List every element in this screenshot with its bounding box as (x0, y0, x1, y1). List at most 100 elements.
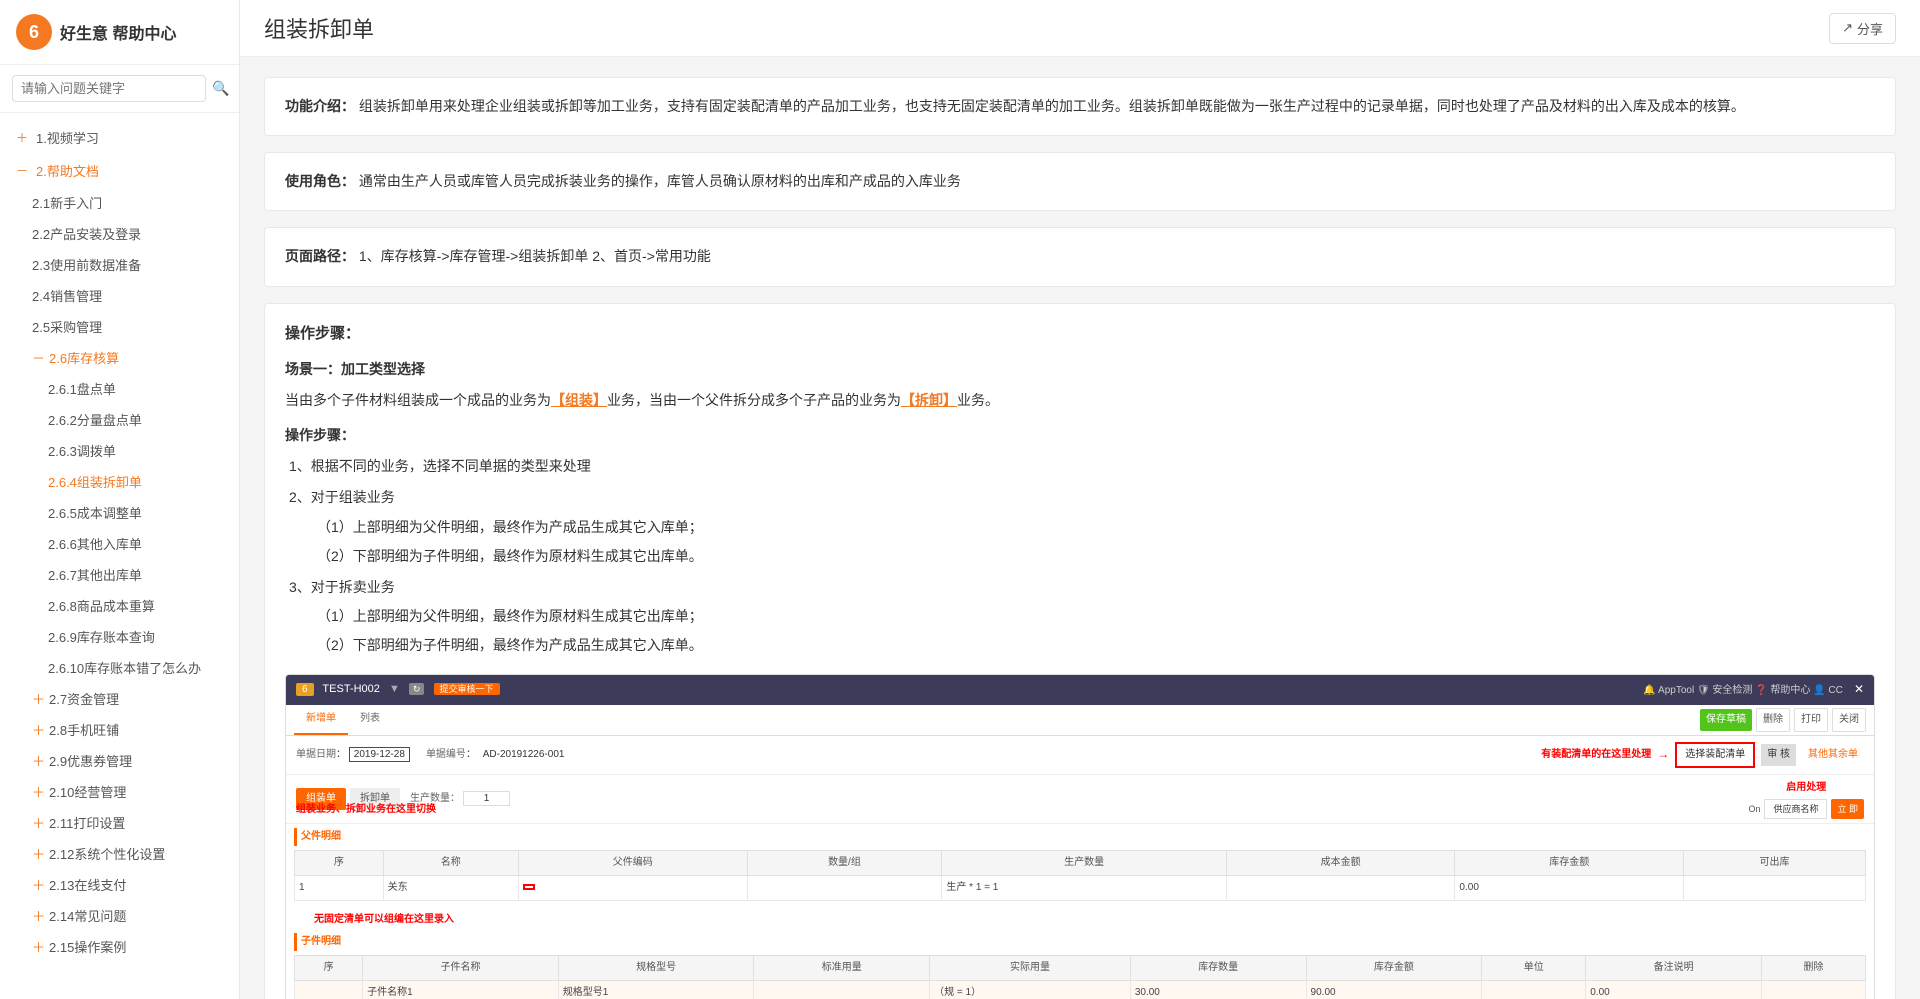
assembly-step-1: （1）上部明细为父件明细，最终作为产成品生成其它入库单； (313, 515, 1875, 540)
step-1: 1、根据不同的业务，选择不同单据的类型来处理 (285, 454, 1875, 479)
mock-input-field[interactable]: 供应商名称 (1764, 799, 1827, 819)
share-button[interactable]: ↗ 分享 (1829, 13, 1896, 44)
disassembly-steps: （1）上部明细为父件明细，最终作为原材料生成其它出库单； （2）下部明细为子件明… (289, 604, 1875, 658)
search-input[interactable] (12, 75, 206, 102)
mock-form-date: 单据日期： 2019-12-28 (296, 746, 410, 764)
sidebar-item-cases[interactable]: ＋2.15操作案例 (0, 931, 239, 962)
mock-btn-print[interactable]: 打印 (1794, 708, 1828, 732)
intro-card: 功能介绍： 组装拆卸单用来处理企业组装或拆卸等加工业务，支持有固定装配清单的产品… (264, 77, 1896, 136)
sidebar-item-finance[interactable]: ＋2.7资金管理 (0, 683, 239, 714)
sidebar-item-data-prep[interactable]: 2.3使用前数据准备 (0, 249, 239, 280)
step-2: 2、对于组装业务 （1）上部明细为父件明细，最终作为产成品生成其它入库单； （2… (285, 485, 1875, 569)
mock-form-header: 单据日期： 2019-12-28 单据编号： AD-20191226-001 有… (286, 736, 1874, 775)
lower-th-unit: 单位 (1482, 956, 1586, 981)
logo-area: 6 好生意 帮助中心 (0, 0, 239, 65)
sidebar-item-install[interactable]: 2.2产品安装及登录 (0, 218, 239, 249)
path-text: 1、库存核算->库存管理->组装拆卸单 2、首页->常用功能 (359, 248, 711, 264)
date-value: 2019-12-28 (349, 747, 410, 762)
sidebar-item-purchase[interactable]: 2.5采购管理 (0, 311, 239, 342)
disassembly-step-2: （2）下部明细为子件明细，最终作为产成品生成其它入库单。 (313, 633, 1875, 658)
annotation3-area: 启用处理 On 供应商名称 立 即 (1748, 779, 1864, 819)
nav-list: ＋ 1.视频学习 － 2.帮助文档 2.1新手入门 2.2产品安装及登录 2.3… (0, 113, 239, 970)
disassembly-step-1: （1）上部明细为父件明细，最终作为原材料生成其它出库单； (313, 604, 1875, 629)
annotation4-text: 无固定清单可以组编在这里录入 (314, 911, 1866, 929)
sidebar-item-coupon[interactable]: ＋2.9优惠券管理 (0, 745, 239, 776)
cell-seq: 1 (295, 876, 384, 901)
mock-confirm-btn[interactable]: 立 即 (1831, 799, 1864, 819)
page-title: 组装拆卸单 (264, 12, 374, 44)
mock-btn-save[interactable]: 保存草稿 (1700, 709, 1752, 731)
mock-type-row: 组装单 拆卸单 生产数量： 1 组装业务、拆卸业务在这里切换 启用处理 (286, 775, 1874, 824)
sidebar: 6 好生意 帮助中心 🔍 ＋ 1.视频学习 － 2.帮助文档 2.1新手入门 2… (0, 0, 240, 999)
sidebar-item-split-stock[interactable]: 2.6.2分量盘点单 (0, 404, 239, 435)
sidebar-item-cost-adjust[interactable]: 2.6.5成本调整单 (0, 497, 239, 528)
lower-th-remark: 备注说明 (1586, 956, 1762, 981)
assembly-step-2: （2）下部明细为子件明细，最终作为原材料生成其它出库单。 (313, 544, 1875, 569)
sidebar-item-faq[interactable]: ＋2.14常见问题 (0, 900, 239, 931)
qty-value[interactable]: 1 (463, 791, 511, 806)
upper-th-code: 父件编码 (518, 851, 747, 876)
cell-available (1684, 876, 1866, 901)
sidebar-item-assembly[interactable]: 2.6.4组装拆卸单 (0, 466, 239, 497)
nav-label: 2.帮助文档 (36, 161, 99, 180)
lower-th-stock-val: 库存金额 (1306, 956, 1482, 981)
sidebar-item-stock-error[interactable]: 2.6.10库存账本错了怎么办 (0, 652, 239, 683)
top-bar: 组装拆卸单 ↗ 分享 (240, 0, 1920, 57)
sidebar-item-docs[interactable]: － 2.帮助文档 (0, 154, 239, 187)
nav-label: 1.视频学习 (36, 128, 99, 147)
upper-th-cost: 成本金额 (1226, 851, 1455, 876)
mock-app-icons: 🔔 AppTool 🛡 安全检测 ❓ 帮助中心 👤 CC (1643, 685, 1843, 696)
sidebar-item-online-pay[interactable]: ＋2.13在线支付 (0, 869, 239, 900)
path-label: 页面路径： (285, 248, 355, 264)
mock-submit-btn[interactable]: 提交审核一下 (434, 683, 500, 695)
lower-th-spec: 规格型号 (558, 956, 754, 981)
sidebar-item-other-in[interactable]: 2.6.6其他入库单 (0, 528, 239, 559)
mock-titlebar: 6 TEST-H002 ▼ ↻ 提交审核一下 🔔 AppTool 🛡 安全检测 … (286, 675, 1874, 705)
role-text: 通常由生产人员或库管人员完成拆装业务的操作，库管人员确认原材料的出库和产成品的入… (359, 173, 961, 189)
cell-stock-val: 0.00 (1455, 876, 1684, 901)
mock-sync-icon: ↻ (409, 683, 425, 695)
scenario-title: 场景一：加工类型选择 (285, 357, 1875, 382)
mock-btn-close[interactable]: 关闭 (1832, 708, 1866, 732)
lower-th-del: 删除 (1761, 956, 1865, 981)
mock-lower-table-area: 子件明细 序 子件名称 规格型号 标准用量 实际用量 库存数量 (286, 929, 1874, 999)
sidebar-item-mobile[interactable]: ＋2.8手机旺铺 (0, 714, 239, 745)
sidebar-item-stocktake[interactable]: 2.6.1盘点单 (0, 373, 239, 404)
role-card: 使用角色： 通常由生产人员或库管人员完成拆装业务的操作，库管人员确认原材料的出库… (264, 152, 1896, 211)
sidebar-item-inventory[interactable]: －2.6库存核算 (0, 342, 239, 373)
sidebar-item-cost-calc[interactable]: 2.6.8商品成本重算 (0, 590, 239, 621)
sidebar-item-ops[interactable]: ＋2.10经营管理 (0, 776, 239, 807)
expand-icon: ＋ (16, 129, 30, 146)
disassembly-keyword: 【拆卸】 (901, 392, 957, 408)
sidebar-item-dispatch[interactable]: 2.6.3调拨单 (0, 435, 239, 466)
lower-row-header: 子件名称1 规格型号1 （规 = 1） 30.00 90.00 0.00 (295, 981, 1866, 999)
mock-close-icon[interactable]: ✕ (1854, 682, 1864, 696)
mock-toggle: On 供应商名称 立 即 (1748, 799, 1864, 819)
mock-action2: 审 核 (1761, 744, 1796, 766)
mock-action-btns: 保存草稿 删除 打印 关闭 (1700, 705, 1866, 735)
sidebar-item-videos[interactable]: ＋ 1.视频学习 (0, 121, 239, 154)
mock-more: 其他其余单 (1802, 744, 1864, 766)
sidebar-item-sales[interactable]: 2.4销售管理 (0, 280, 239, 311)
mock-tab-list[interactable]: 列表 (348, 705, 392, 735)
collapse-icon: － (16, 162, 30, 179)
sidebar-item-print[interactable]: ＋2.11打印设置 (0, 807, 239, 838)
screenshot-container: 6 TEST-H002 ▼ ↻ 提交审核一下 🔔 AppTool 🛡 安全检测 … (285, 674, 1875, 999)
app-name: 好生意 帮助中心 (60, 20, 176, 44)
step-3: 3、对于拆卖业务 （1）上部明细为父件明细，最终作为原材料生成其它出库单； （2… (285, 575, 1875, 659)
mock-tab-new[interactable]: 新增单 (294, 705, 348, 735)
sidebar-item-custom[interactable]: ＋2.12系统个性化设置 (0, 838, 239, 869)
search-icon[interactable]: 🔍 (212, 80, 229, 97)
mock-titlebar-left: 6 TEST-H002 ▼ ↻ 提交审核一下 (296, 680, 500, 700)
ops-card: 操作步骤： 场景一：加工类型选择 当由多个子件材料组装成一个成品的业务为【组装】… (264, 303, 1896, 999)
path-card: 页面路径： 1、库存核算->库存管理->组装拆卸单 2、首页->常用功能 (264, 227, 1896, 286)
mock-upper-table: 序 名称 父件编码 数量/组 生产数量 成本金额 库存金额 可出库 (294, 850, 1866, 901)
share-label: 分享 (1857, 19, 1883, 38)
mock-tab-bar: 新增单 列表 保存草稿 删除 打印 关闭 (286, 705, 1874, 736)
mock-bom-selector[interactable]: 选择装配清单 (1675, 742, 1755, 768)
upper-th-qty-per: 数量/组 (747, 851, 942, 876)
sidebar-item-stock-query[interactable]: 2.6.9库存账本查询 (0, 621, 239, 652)
mock-btn-delete[interactable]: 删除 (1756, 708, 1790, 732)
sidebar-item-other-out[interactable]: 2.6.7其他出库单 (0, 559, 239, 590)
sidebar-item-newbie[interactable]: 2.1新手入门 (0, 187, 239, 218)
